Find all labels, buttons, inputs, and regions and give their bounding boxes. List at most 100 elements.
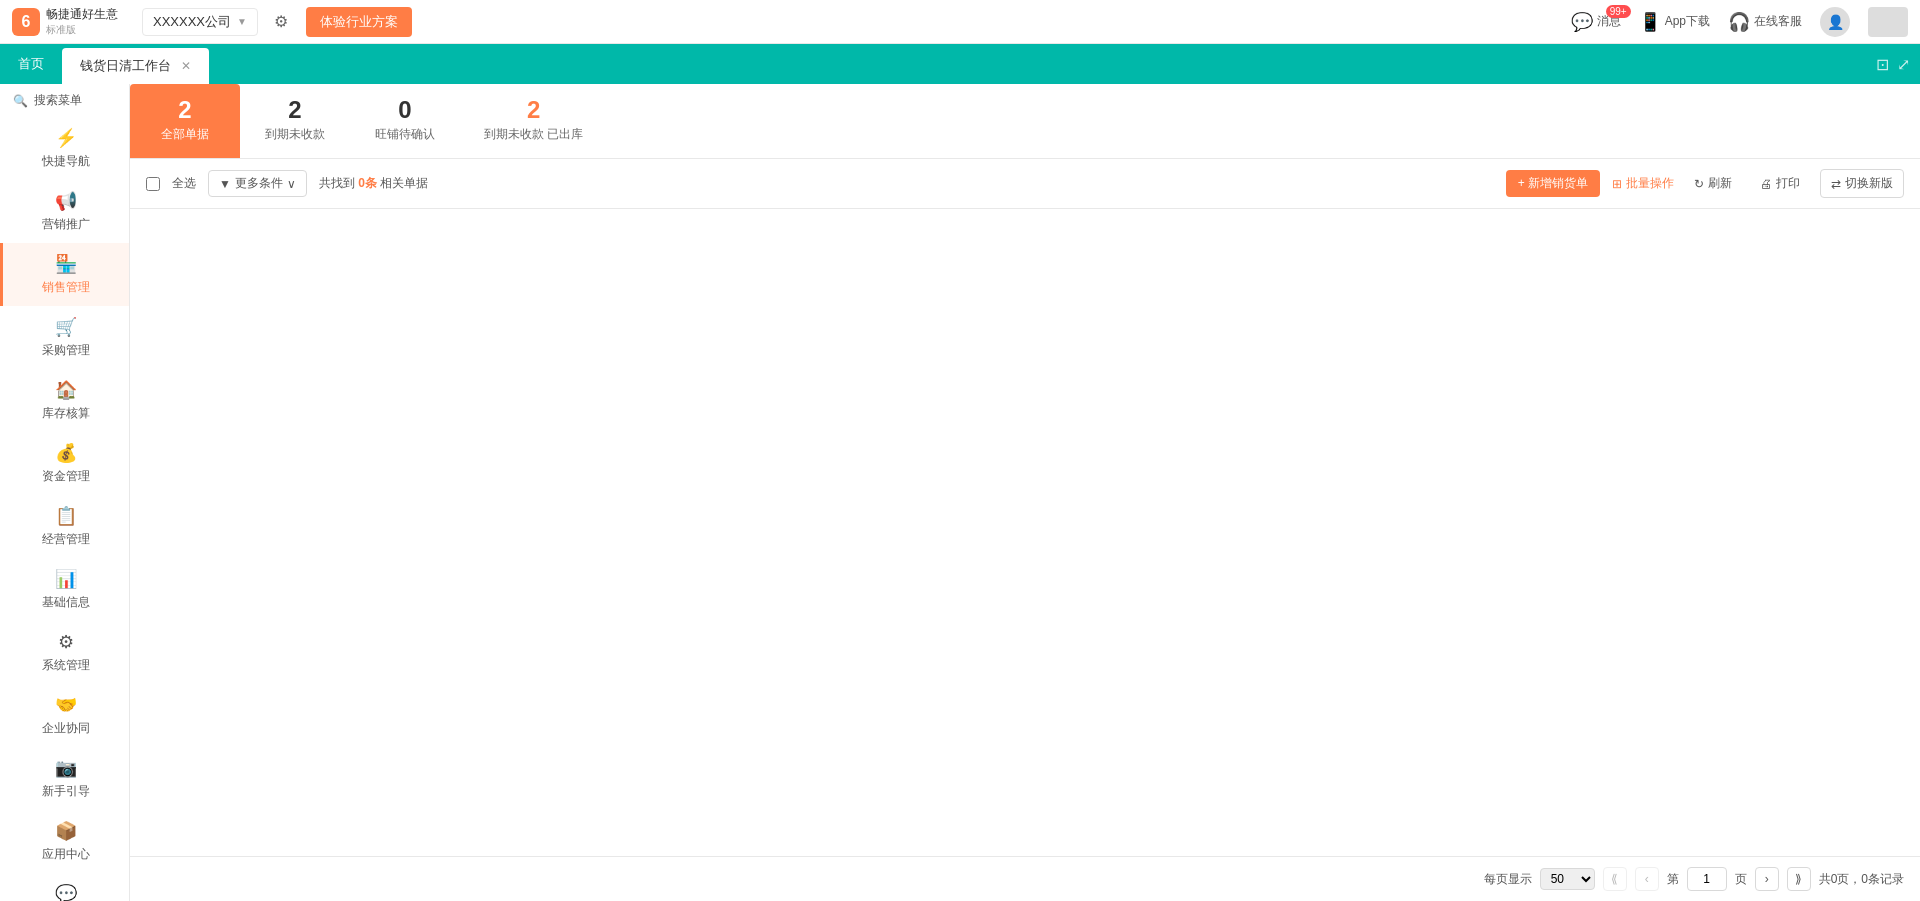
refresh-button[interactable]: ↻ 刷新: [1686, 170, 1740, 197]
filter-label: 更多条件: [235, 175, 283, 192]
table-area: [130, 209, 1920, 856]
switch-version-button[interactable]: ⇄ 切换新版: [1820, 169, 1904, 198]
switch-label: 切换新版: [1845, 175, 1893, 192]
stat-card-all[interactable]: 2 全部单据: [130, 84, 240, 158]
stat-label-overdue: 到期未收款: [265, 126, 325, 143]
sidebar-item-guide[interactable]: 📷 新手引导: [0, 747, 129, 810]
new-sales-order-button[interactable]: + 新增销货单: [1506, 170, 1600, 197]
batch-label: 批量操作: [1626, 175, 1674, 192]
tab-expand-icon[interactable]: ⤢: [1897, 55, 1910, 74]
per-page-label: 每页显示: [1484, 871, 1532, 888]
content-area: 2 全部单据 2 到期未收款 0 旺铺待确认 2 到期未收款 已出库 全选: [130, 84, 1920, 901]
finance-label: 资金管理: [42, 468, 90, 485]
sidebar-item-sales[interactable]: 🏪 销售管理: [0, 243, 129, 306]
quick-nav-label: 快捷导航: [42, 153, 90, 170]
tab-home[interactable]: 首页: [0, 44, 62, 84]
sidebar-item-system[interactable]: ⚙ 系统管理: [0, 621, 129, 684]
sidebar-item-purchase[interactable]: 🛒 采购管理: [0, 306, 129, 369]
page-input[interactable]: [1687, 867, 1727, 891]
tab-workspace-label: 钱货日清工作台: [80, 57, 171, 75]
batch-operation-button[interactable]: ⊞ 批量操作: [1612, 175, 1674, 192]
found-suffix: 相关单据: [380, 176, 428, 190]
next-page-button[interactable]: ›: [1755, 867, 1779, 891]
print-icon: 🖨: [1760, 177, 1772, 191]
logo-area: 6 畅捷通好生意 标准版: [12, 7, 142, 36]
apps-label: 应用中心: [42, 846, 90, 863]
batch-icon: ⊞: [1612, 177, 1622, 191]
inventory-icon: 🏠: [55, 379, 77, 401]
sidebar: 🔍 搜索菜单 ⚡ 快捷导航 📢 营销推广 🏪 销售管理 🛒 采购管理 🏠 库存核…: [0, 84, 130, 901]
found-text: 共找到 0条 相关单据: [319, 175, 428, 192]
sidebar-item-inventory[interactable]: 🏠 库存核算: [0, 369, 129, 432]
main-layout: 🔍 搜索菜单 ⚡ 快捷导航 📢 营销推广 🏪 销售管理 🛒 采购管理 🏠 库存核…: [0, 84, 1920, 901]
tab-close-icon[interactable]: ✕: [181, 59, 191, 73]
filter-icon: ▼: [219, 177, 231, 191]
stat-label-all: 全部单据: [161, 126, 209, 143]
purchase-icon: 🛒: [55, 316, 77, 338]
app-version: 标准版: [46, 23, 118, 36]
online-service-icon: 🎧: [1728, 11, 1750, 33]
sidebar-item-apps[interactable]: 📦 应用中心: [0, 810, 129, 873]
user-info[interactable]: [1868, 7, 1908, 37]
total-label: 共0页，0条记录: [1819, 871, 1904, 888]
first-page-button[interactable]: ⟪: [1603, 867, 1627, 891]
last-page-button[interactable]: ⟫: [1787, 867, 1811, 891]
sidebar-item-quick-nav[interactable]: ⚡ 快捷导航: [0, 117, 129, 180]
app-download-label: App下载: [1665, 13, 1710, 30]
refresh-icon: ↻: [1694, 177, 1704, 191]
stat-card-unshipped[interactable]: 2 到期未收款 已出库: [460, 84, 607, 158]
finance-icon: 💰: [55, 442, 77, 464]
print-button[interactable]: 🖨 打印: [1752, 170, 1808, 197]
toolbar: 全选 ▼ 更多条件 ∨ 共找到 0条 相关单据 + 新增销货单 ⊞ 批量操作: [130, 159, 1920, 209]
found-prefix: 共找到: [319, 176, 355, 190]
print-label: 打印: [1776, 175, 1800, 192]
message-badge: 99+: [1606, 5, 1631, 18]
toolbar-left: 全选 ▼ 更多条件 ∨ 共找到 0条 相关单据: [146, 170, 1494, 197]
page-label: 第: [1667, 871, 1679, 888]
inventory-label: 库存核算: [42, 405, 90, 422]
tab-restore-icon[interactable]: ⊡: [1876, 55, 1889, 74]
sidebar-item-wechat[interactable]: 💬 企业微信: [0, 873, 129, 901]
operations-icon: 📋: [55, 505, 77, 527]
prev-page-button[interactable]: ‹: [1635, 867, 1659, 891]
stat-num-unshipped: 2: [527, 96, 540, 124]
purchase-label: 采购管理: [42, 342, 90, 359]
settings-button[interactable]: ⚙: [266, 7, 296, 37]
sales-label: 销售管理: [42, 279, 90, 296]
guide-icon: 📷: [55, 757, 77, 779]
stat-num-pending: 0: [398, 96, 411, 124]
sidebar-item-basics[interactable]: 📊 基础信息: [0, 558, 129, 621]
sidebar-item-finance[interactable]: 💰 资金管理: [0, 432, 129, 495]
app-download-item[interactable]: 📱 App下载: [1639, 11, 1710, 33]
app-name: 畅捷通好生意: [46, 7, 118, 23]
stats-row: 2 全部单据 2 到期未收款 0 旺铺待确认 2 到期未收款 已出库: [130, 84, 1920, 159]
filter-button[interactable]: ▼ 更多条件 ∨: [208, 170, 307, 197]
tab-workspace[interactable]: 钱货日清工作台 ✕: [62, 48, 209, 84]
filter-chevron: ∨: [287, 177, 296, 191]
company-selector[interactable]: XXXXXX公司 ▼: [142, 8, 258, 36]
quick-nav-icon: ⚡: [55, 127, 77, 149]
apps-icon: 📦: [55, 820, 77, 842]
sidebar-item-enterprise[interactable]: 🤝 企业协同: [0, 684, 129, 747]
online-service-item[interactable]: 🎧 在线客服: [1728, 11, 1802, 33]
stat-card-pending[interactable]: 0 旺铺待确认: [350, 84, 460, 158]
sidebar-item-operations[interactable]: 📋 经营管理: [0, 495, 129, 558]
toolbar-right: + 新增销货单 ⊞ 批量操作 ↻ 刷新 🖨 打印 ⇄ 切换新版: [1506, 169, 1904, 198]
avatar-icon: 👤: [1827, 14, 1844, 30]
marketing-label: 营销推广: [42, 216, 90, 233]
select-all-checkbox[interactable]: [146, 177, 160, 191]
stat-num-all: 2: [178, 96, 191, 124]
company-name: XXXXXX公司: [153, 13, 231, 31]
message-item[interactable]: 💬 消息 99+: [1571, 11, 1621, 33]
company-dropdown-arrow: ▼: [237, 16, 247, 27]
sales-icon: 🏪: [55, 253, 77, 275]
basics-label: 基础信息: [42, 594, 90, 611]
trial-button[interactable]: 体验行业方案: [306, 7, 412, 37]
sidebar-item-marketing[interactable]: 📢 营销推广: [0, 180, 129, 243]
stat-card-overdue[interactable]: 2 到期未收款: [240, 84, 350, 158]
wechat-icon: 💬: [55, 883, 77, 901]
avatar[interactable]: 👤: [1820, 7, 1850, 37]
top-header: 6 畅捷通好生意 标准版 XXXXXX公司 ▼ ⚙ 体验行业方案 💬 消息 99…: [0, 0, 1920, 44]
per-page-select[interactable]: 50 10 20 100: [1540, 868, 1595, 890]
sidebar-search[interactable]: 🔍 搜索菜单: [0, 84, 129, 117]
